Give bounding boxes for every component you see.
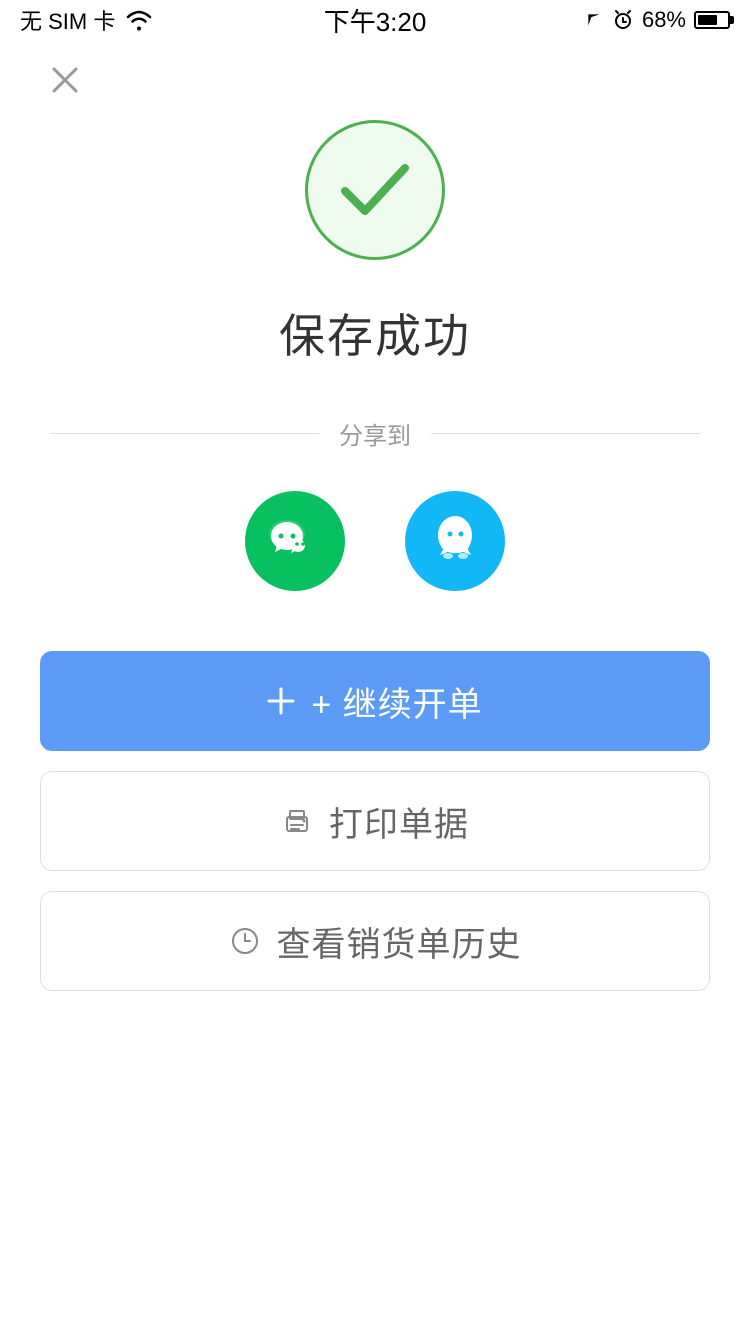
status-bar-time: 下午3:20	[324, 2, 427, 39]
checkmark-icon	[340, 163, 410, 218]
success-title: 保存成功	[279, 300, 471, 366]
divider-line-left	[50, 433, 319, 434]
plus-icon	[267, 687, 295, 715]
history-icon	[229, 925, 261, 957]
share-icons-container	[245, 491, 505, 591]
divider-line-right	[431, 433, 700, 434]
qq-icon	[428, 511, 483, 571]
print-label: 打印单据	[329, 797, 469, 846]
success-indicator	[305, 120, 445, 260]
continue-label: + 继续开单	[311, 677, 482, 726]
status-bar: 无 SIM 卡 下午3:20 68%	[0, 0, 750, 40]
history-button[interactable]: 查看销货单历史	[40, 891, 710, 991]
battery-icon	[694, 11, 730, 29]
close-icon	[50, 65, 80, 95]
qq-share-button[interactable]	[405, 491, 505, 591]
sim-status: 无 SIM 卡	[20, 4, 115, 36]
print-icon	[281, 805, 313, 837]
main-content: 保存成功 分享到	[0, 40, 750, 991]
action-buttons: + 继续开单 打印单据 查看销货单历史	[0, 651, 750, 991]
wechat-share-button[interactable]	[245, 491, 345, 591]
status-bar-right: 68%	[584, 7, 730, 33]
close-button[interactable]	[40, 55, 90, 105]
battery-percent: 68%	[642, 7, 686, 33]
alarm-icon	[612, 9, 634, 31]
continue-button[interactable]: + 继续开单	[40, 651, 710, 751]
share-divider: 分享到	[0, 416, 750, 451]
location-icon	[584, 10, 604, 30]
print-button[interactable]: 打印单据	[40, 771, 710, 871]
share-label: 分享到	[319, 416, 431, 451]
history-label: 查看销货单历史	[277, 917, 522, 966]
status-bar-left: 无 SIM 卡	[20, 4, 153, 36]
wechat-icon	[265, 514, 325, 569]
wifi-icon	[125, 9, 153, 31]
